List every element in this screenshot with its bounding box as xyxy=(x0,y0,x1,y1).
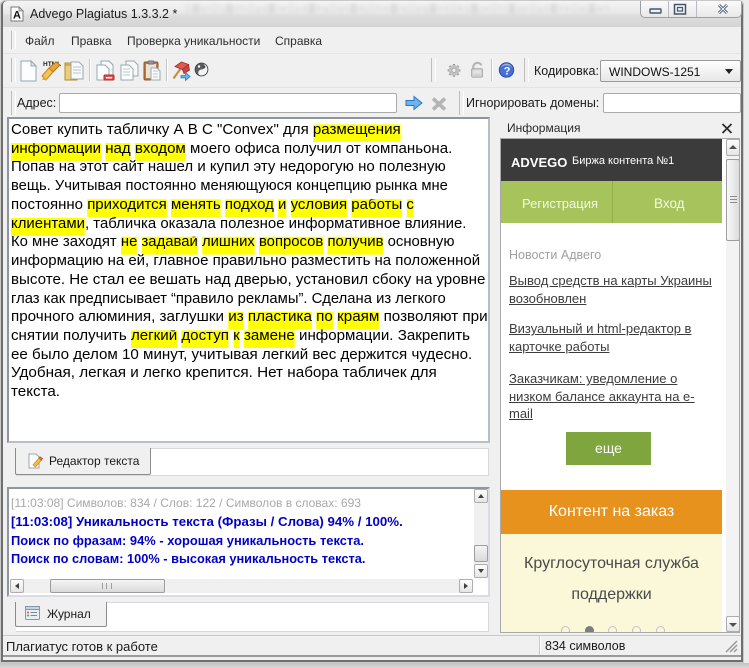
svg-text:A: A xyxy=(13,10,21,22)
svg-text:?: ? xyxy=(504,66,511,78)
